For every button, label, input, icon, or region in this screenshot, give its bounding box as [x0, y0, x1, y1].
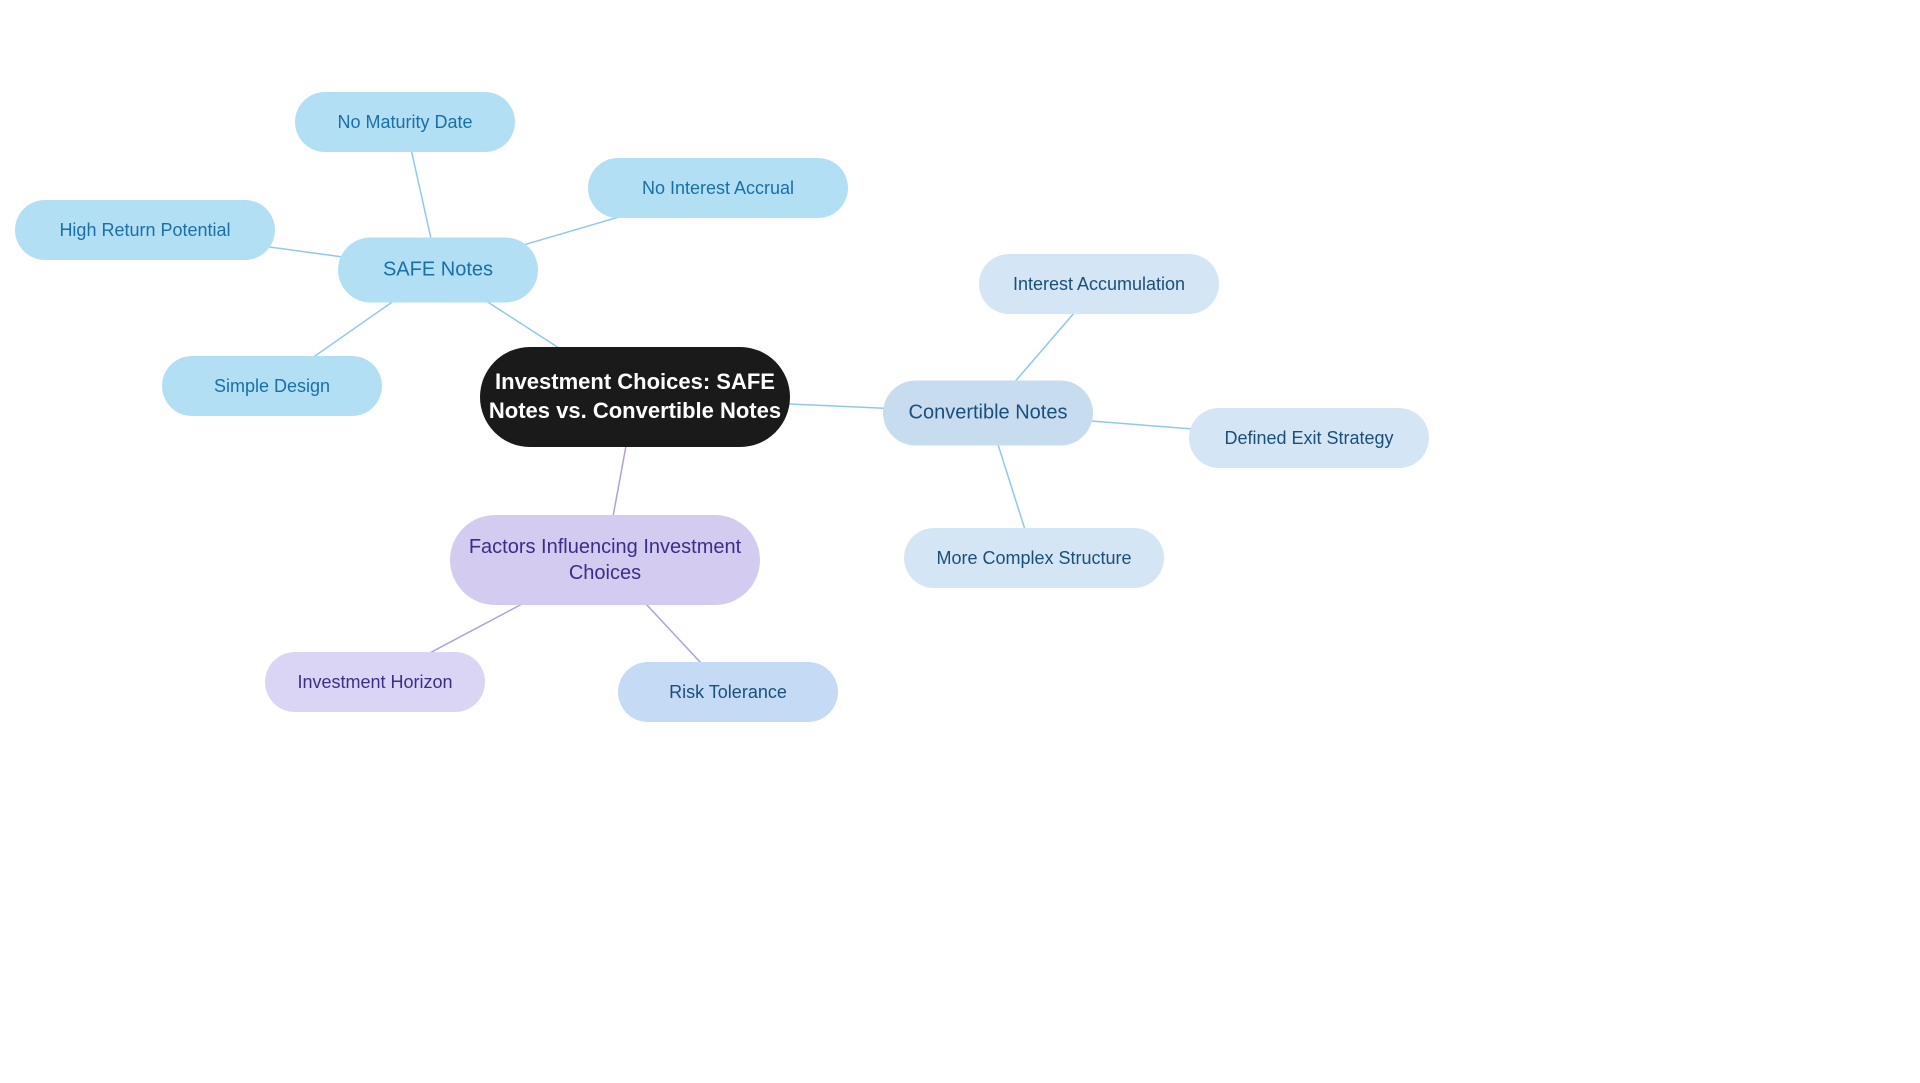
risk-tolerance-node[interactable]: Risk Tolerance — [618, 662, 838, 722]
safe-notes-node[interactable]: SAFE Notes — [338, 238, 538, 303]
no-maturity-label: No Maturity Date — [337, 112, 472, 133]
convertible-notes-node[interactable]: Convertible Notes — [883, 381, 1093, 446]
simple-design-label: Simple Design — [214, 376, 330, 397]
interest-accumulation-label: Interest Accumulation — [1013, 274, 1185, 295]
factors-node[interactable]: Factors Influencing Investment Choices — [450, 515, 760, 605]
high-return-label: High Return Potential — [59, 220, 230, 241]
center-node[interactable]: Investment Choices: SAFE Notes vs. Conve… — [480, 347, 790, 447]
no-maturity-node[interactable]: No Maturity Date — [295, 92, 515, 152]
risk-tolerance-label: Risk Tolerance — [669, 682, 787, 703]
center-label: Investment Choices: SAFE Notes vs. Conve… — [480, 368, 790, 425]
interest-accumulation-node[interactable]: Interest Accumulation — [979, 254, 1219, 314]
convertible-notes-label: Convertible Notes — [909, 402, 1068, 425]
simple-design-node[interactable]: Simple Design — [162, 356, 382, 416]
no-interest-node[interactable]: No Interest Accrual — [588, 158, 848, 218]
defined-exit-label: Defined Exit Strategy — [1224, 428, 1393, 449]
defined-exit-node[interactable]: Defined Exit Strategy — [1189, 408, 1429, 468]
no-interest-label: No Interest Accrual — [642, 178, 794, 199]
high-return-node[interactable]: High Return Potential — [15, 200, 275, 260]
more-complex-node[interactable]: More Complex Structure — [904, 528, 1164, 588]
safe-notes-label: SAFE Notes — [383, 259, 493, 282]
more-complex-label: More Complex Structure — [936, 548, 1131, 569]
investment-horizon-node[interactable]: Investment Horizon — [265, 652, 485, 712]
investment-horizon-label: Investment Horizon — [297, 672, 452, 693]
factors-label: Factors Influencing Investment Choices — [450, 534, 760, 586]
